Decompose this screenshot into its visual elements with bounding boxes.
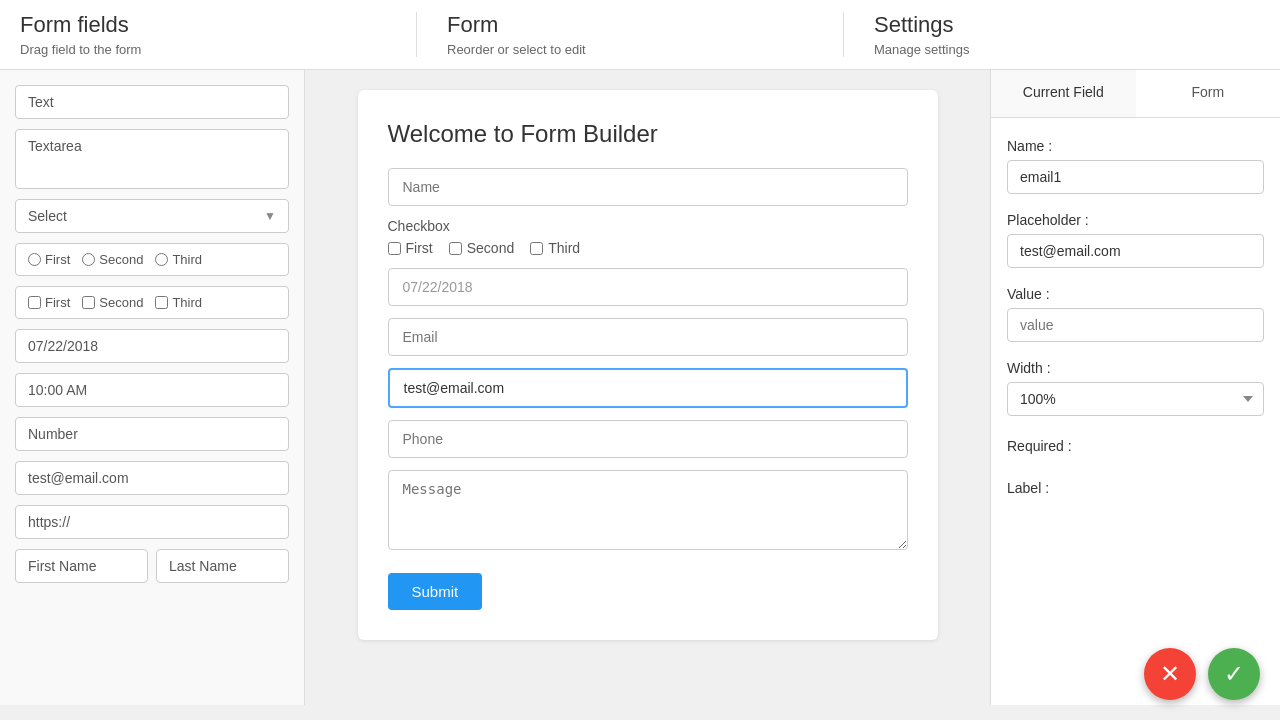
main-layout: Text Textarea Select ▼ First Second Thir…	[0, 70, 1280, 705]
field-first-name[interactable]: First Name	[15, 549, 148, 583]
settings-tabs: Current Field Form	[991, 70, 1280, 118]
fab-cancel-button[interactable]: ✕	[1144, 648, 1196, 700]
center-panel: Welcome to Form Builder Checkbox First S…	[305, 70, 990, 705]
checkbox-group-label: Checkbox	[388, 218, 908, 234]
checkbox-options: First Second Third	[388, 240, 908, 256]
radio-third[interactable]	[155, 253, 168, 266]
field-text[interactable]: Text	[15, 85, 289, 119]
radio-first[interactable]	[28, 253, 41, 266]
fab-container: ✕ ✓	[1144, 648, 1260, 700]
field-radio[interactable]: First Second Third	[15, 243, 289, 276]
field-date[interactable]: 07/22/2018	[15, 329, 289, 363]
setting-required: Required :	[1007, 434, 1264, 458]
setting-name-label: Name :	[1007, 138, 1264, 154]
email-input[interactable]	[388, 318, 908, 356]
tab-current-field[interactable]: Current Field	[991, 70, 1136, 117]
setting-label: Label :	[1007, 476, 1264, 500]
setting-width: Width : 100% 75% 50% 25%	[1007, 360, 1264, 416]
settings-body: Name : Placeholder : Value : Width : 100…	[991, 118, 1280, 538]
select-arrow-icon: ▼	[264, 209, 276, 223]
form-subtitle: Reorder or select to edit	[447, 42, 813, 57]
tab-form[interactable]: Form	[1136, 70, 1281, 117]
right-panel: Current Field Form Name : Placeholder : …	[990, 70, 1280, 705]
section-settings: Settings Manage settings	[854, 12, 1260, 57]
checkbox-option-third[interactable]: Third	[530, 240, 580, 256]
required-toggle[interactable]	[1084, 434, 1128, 458]
field-email[interactable]: test@email.com	[15, 461, 289, 495]
form-email-active-field	[388, 368, 908, 408]
setting-value-input[interactable]	[1007, 308, 1264, 342]
checkbox-third[interactable]	[155, 296, 168, 309]
confirm-icon: ✓	[1224, 660, 1244, 688]
checkbox-second[interactable]	[82, 296, 95, 309]
field-url[interactable]: https://	[15, 505, 289, 539]
checkbox-first[interactable]	[28, 296, 41, 309]
field-last-name[interactable]: Last Name	[156, 549, 289, 583]
cancel-icon: ✕	[1160, 660, 1180, 688]
form-message-field	[388, 470, 908, 553]
field-name-row: First Name Last Name	[15, 549, 289, 583]
setting-label-label: Label :	[1007, 480, 1049, 496]
form-email-field	[388, 318, 908, 356]
fab-confirm-button[interactable]: ✓	[1208, 648, 1260, 700]
message-textarea[interactable]	[388, 470, 908, 550]
setting-placeholder-label: Placeholder :	[1007, 212, 1264, 228]
setting-name-input[interactable]	[1007, 160, 1264, 194]
field-checkbox[interactable]: First Second Third	[15, 286, 289, 319]
checkbox-option-first[interactable]: First	[388, 240, 433, 256]
form-title: Form	[447, 12, 813, 38]
section-form: Form Reorder or select to edit	[427, 12, 833, 57]
field-select[interactable]: Select ▼	[15, 199, 289, 233]
setting-placeholder-input[interactable]	[1007, 234, 1264, 268]
setting-width-label: Width :	[1007, 360, 1264, 376]
left-panel: Text Textarea Select ▼ First Second Thir…	[0, 70, 305, 705]
settings-title: Settings	[874, 12, 1240, 38]
label-toggle[interactable]	[1061, 476, 1105, 500]
phone-input[interactable]	[388, 420, 908, 458]
settings-subtitle: Manage settings	[874, 42, 1240, 57]
submit-button[interactable]: Submit	[388, 573, 483, 610]
form-name-field	[388, 168, 908, 206]
setting-required-label: Required :	[1007, 438, 1072, 454]
radio-second[interactable]	[82, 253, 95, 266]
email-active-input[interactable]	[388, 368, 908, 408]
checkbox-option-second[interactable]: Second	[449, 240, 514, 256]
form-phone-field	[388, 420, 908, 458]
field-textarea[interactable]: Textarea	[15, 129, 289, 189]
form-date-field	[388, 268, 908, 306]
setting-value: Value :	[1007, 286, 1264, 342]
form-fields-title: Form fields	[20, 12, 386, 38]
setting-value-label: Value :	[1007, 286, 1264, 302]
field-time[interactable]: 10:00 AM	[15, 373, 289, 407]
form-fields-subtitle: Drag field to the form	[20, 42, 386, 57]
setting-name: Name :	[1007, 138, 1264, 194]
top-bar: Form fields Drag field to the form Form …	[0, 0, 1280, 70]
section-form-fields: Form fields Drag field to the form	[20, 12, 406, 57]
setting-placeholder: Placeholder :	[1007, 212, 1264, 268]
form-card: Welcome to Form Builder Checkbox First S…	[358, 90, 938, 640]
setting-width-select[interactable]: 100% 75% 50% 25%	[1007, 382, 1264, 416]
form-checkbox-group: Checkbox First Second Third	[388, 218, 908, 256]
date-input[interactable]	[388, 268, 908, 306]
form-card-title: Welcome to Form Builder	[388, 120, 908, 148]
field-number[interactable]: Number	[15, 417, 289, 451]
name-input[interactable]	[388, 168, 908, 206]
